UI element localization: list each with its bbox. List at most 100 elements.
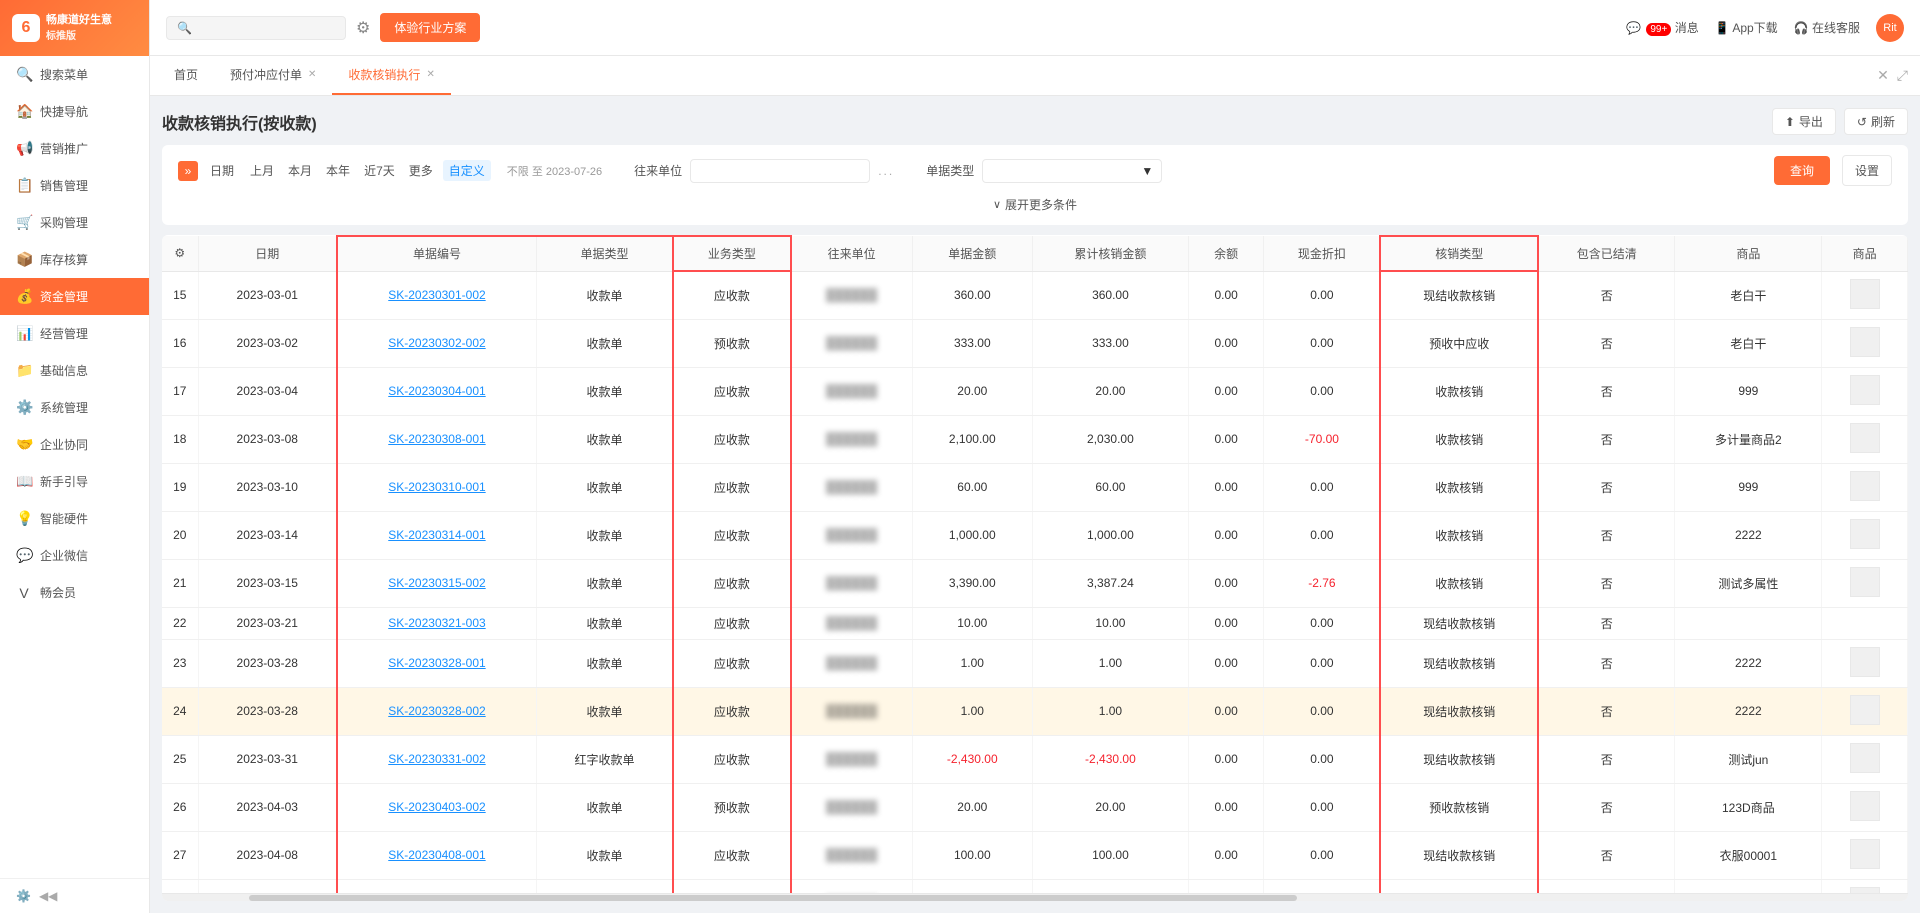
collapse-icon[interactable]: ◀◀: [39, 889, 57, 903]
row-bill-no[interactable]: SK-20230308-001: [337, 415, 536, 463]
sidebar-item-search[interactable]: 🔍 搜索菜单: [0, 56, 149, 93]
sidebar-item-wechat[interactable]: 💬 企业微信: [0, 537, 149, 574]
finance-icon: 💰: [16, 288, 32, 305]
row-discount: 0.00: [1264, 511, 1381, 559]
row-bill-no[interactable]: SK-20230314-001: [337, 511, 536, 559]
tab-home[interactable]: 首页: [158, 56, 214, 95]
sidebar-item-purchase[interactable]: 🛒 采购管理: [0, 204, 149, 241]
row-amount: 20.00: [912, 367, 1032, 415]
row-date: 2023-03-10: [198, 463, 337, 511]
row-discount: 0.00: [1264, 463, 1381, 511]
table-row: 152023-03-01SK-20230301-002收款单应收款██████3…: [162, 271, 1908, 319]
date-last-month[interactable]: 上月: [246, 160, 278, 181]
row-biz-type: 应收款: [673, 687, 790, 735]
row-date: 2023-04-18: [198, 879, 337, 893]
row-bill-no[interactable]: SK-20230310-001: [337, 463, 536, 511]
row-number: 22: [162, 607, 198, 639]
row-number: 23: [162, 639, 198, 687]
row-bill-no[interactable]: SK-20230331-002: [337, 735, 536, 783]
partner-filter: 往来单位 ...: [634, 159, 894, 183]
toggle-btn[interactable]: »: [178, 161, 198, 181]
message-badge[interactable]: 💬 99+ 消息: [1626, 19, 1699, 36]
tab-prepay-close[interactable]: ✕: [308, 69, 316, 80]
row-bill-no[interactable]: SK-20230302-002: [337, 319, 536, 367]
row-bill-no[interactable]: SK-20230403-002: [337, 783, 536, 831]
date-this-month[interactable]: 本月: [284, 160, 316, 181]
close-window-icon[interactable]: ✕: [1877, 67, 1889, 84]
sidebar-item-marketing[interactable]: 📢 营销推广: [0, 130, 149, 167]
tab-collection-close[interactable]: ✕: [426, 69, 434, 80]
gear-icon[interactable]: ⚙: [356, 18, 370, 38]
sidebar-item-hardware[interactable]: 💡 智能硬件: [0, 500, 149, 537]
col-settings-icon[interactable]: ⚙: [162, 236, 198, 271]
refresh-button[interactable]: ↺ 刷新: [1844, 108, 1908, 135]
row-goods2: [1822, 559, 1908, 607]
row-bill-no[interactable]: SK-20230301-002: [337, 271, 536, 319]
row-bill-type: 收款单: [536, 559, 673, 607]
settings-bottom-icon[interactable]: ⚙️: [16, 889, 31, 903]
row-amount: 2,100.00: [912, 415, 1032, 463]
row-goods2: [1822, 367, 1908, 415]
headset-icon: 🎧: [1794, 21, 1809, 35]
online-service[interactable]: 🎧 在线客服: [1794, 19, 1860, 36]
col-included-header: 包含已结清: [1538, 236, 1675, 271]
sidebar-item-enterprise[interactable]: 🤝 企业协同: [0, 426, 149, 463]
partner-input[interactable]: [690, 159, 870, 183]
row-goods1: 999: [1675, 463, 1822, 511]
date-more[interactable]: 更多: [405, 160, 437, 181]
col-bill-type-header: 单据类型: [536, 236, 673, 271]
col-balance-header: 余额: [1188, 236, 1263, 271]
row-balance: 0.00: [1188, 735, 1263, 783]
export-button[interactable]: ⬆ 导出: [1772, 108, 1836, 135]
row-number: 28: [162, 879, 198, 893]
sidebar-label-search: 搜索菜单: [40, 66, 88, 83]
row-discount: -70.00: [1264, 415, 1381, 463]
row-bill-no[interactable]: SK-20230328-001: [337, 639, 536, 687]
industry-btn[interactable]: 体验行业方案: [380, 13, 480, 42]
row-bill-no[interactable]: SK-20230408-001: [337, 831, 536, 879]
sidebar-item-quick[interactable]: 🏠 快捷导航: [0, 93, 149, 130]
sidebar-item-sales[interactable]: 📋 销售管理: [0, 167, 149, 204]
date-shortcuts: 上月 本月 本年 近7天 更多 自定义: [246, 160, 491, 181]
date-custom[interactable]: 自定义: [443, 160, 491, 181]
sidebar-item-finance[interactable]: 💰 资金管理: [0, 278, 149, 315]
user-avatar[interactable]: Rit: [1876, 14, 1904, 42]
date-7days[interactable]: 近7天: [360, 160, 399, 181]
query-button[interactable]: 查询: [1774, 156, 1830, 185]
filter-settings-button[interactable]: 设置: [1842, 155, 1892, 186]
row-bill-type: 收款单: [536, 783, 673, 831]
app-download[interactable]: 📱 App下载: [1715, 19, 1778, 36]
tab-prepay[interactable]: 预付冲应付单 ✕: [214, 56, 332, 95]
row-discount: 0.00: [1264, 735, 1381, 783]
horizontal-scrollbar[interactable]: [162, 893, 1908, 901]
row-date: 2023-03-28: [198, 687, 337, 735]
row-number: 18: [162, 415, 198, 463]
row-bill-no[interactable]: SK-20230304-001: [337, 367, 536, 415]
expand-more-btn[interactable]: ∨ 展开更多条件: [178, 194, 1892, 215]
row-bill-no[interactable]: SK-20230328-002: [337, 687, 536, 735]
sidebar-item-operation[interactable]: 📊 经营管理: [0, 315, 149, 352]
sidebar-item-inventory[interactable]: 📦 库存核算: [0, 241, 149, 278]
row-included: 否: [1538, 735, 1675, 783]
topbar-search[interactable]: 🔍: [166, 16, 346, 40]
sidebar-nav: 🔍 搜索菜单 🏠 快捷导航 📢 营销推广 📋 销售管理 🛒 采购管理 📦 库存核…: [0, 56, 149, 878]
row-amount: 1.00: [912, 687, 1032, 735]
tab-collection[interactable]: 收款核销执行 ✕: [332, 56, 450, 95]
sidebar-item-basic[interactable]: 📁 基础信息: [0, 352, 149, 389]
sidebar-item-guide[interactable]: 📖 新手引导: [0, 463, 149, 500]
row-cancel-type: 现结收款核销: [1380, 735, 1538, 783]
maximize-icon[interactable]: ⤢: [1897, 67, 1908, 84]
sidebar-item-system[interactable]: ⚙️ 系统管理: [0, 389, 149, 426]
row-bill-no[interactable]: SK-20230418-001: [337, 879, 536, 893]
sidebar-item-member[interactable]: V 畅会员: [0, 574, 149, 611]
row-included: 否: [1538, 463, 1675, 511]
row-date: 2023-03-01: [198, 271, 337, 319]
bill-type-select[interactable]: ▼: [982, 159, 1162, 183]
scrollbar-thumb: [249, 895, 1297, 901]
row-bill-no[interactable]: SK-20230315-002: [337, 559, 536, 607]
table-scroll[interactable]: ⚙ 日期 单据编号 单据类型 业务类型 往来单位 单据金额 累计核销金额 余额 …: [162, 235, 1908, 893]
row-date: 2023-03-31: [198, 735, 337, 783]
date-this-year[interactable]: 本年: [322, 160, 354, 181]
sidebar-label-enterprise: 企业协同: [40, 436, 88, 453]
row-bill-no[interactable]: SK-20230321-003: [337, 607, 536, 639]
